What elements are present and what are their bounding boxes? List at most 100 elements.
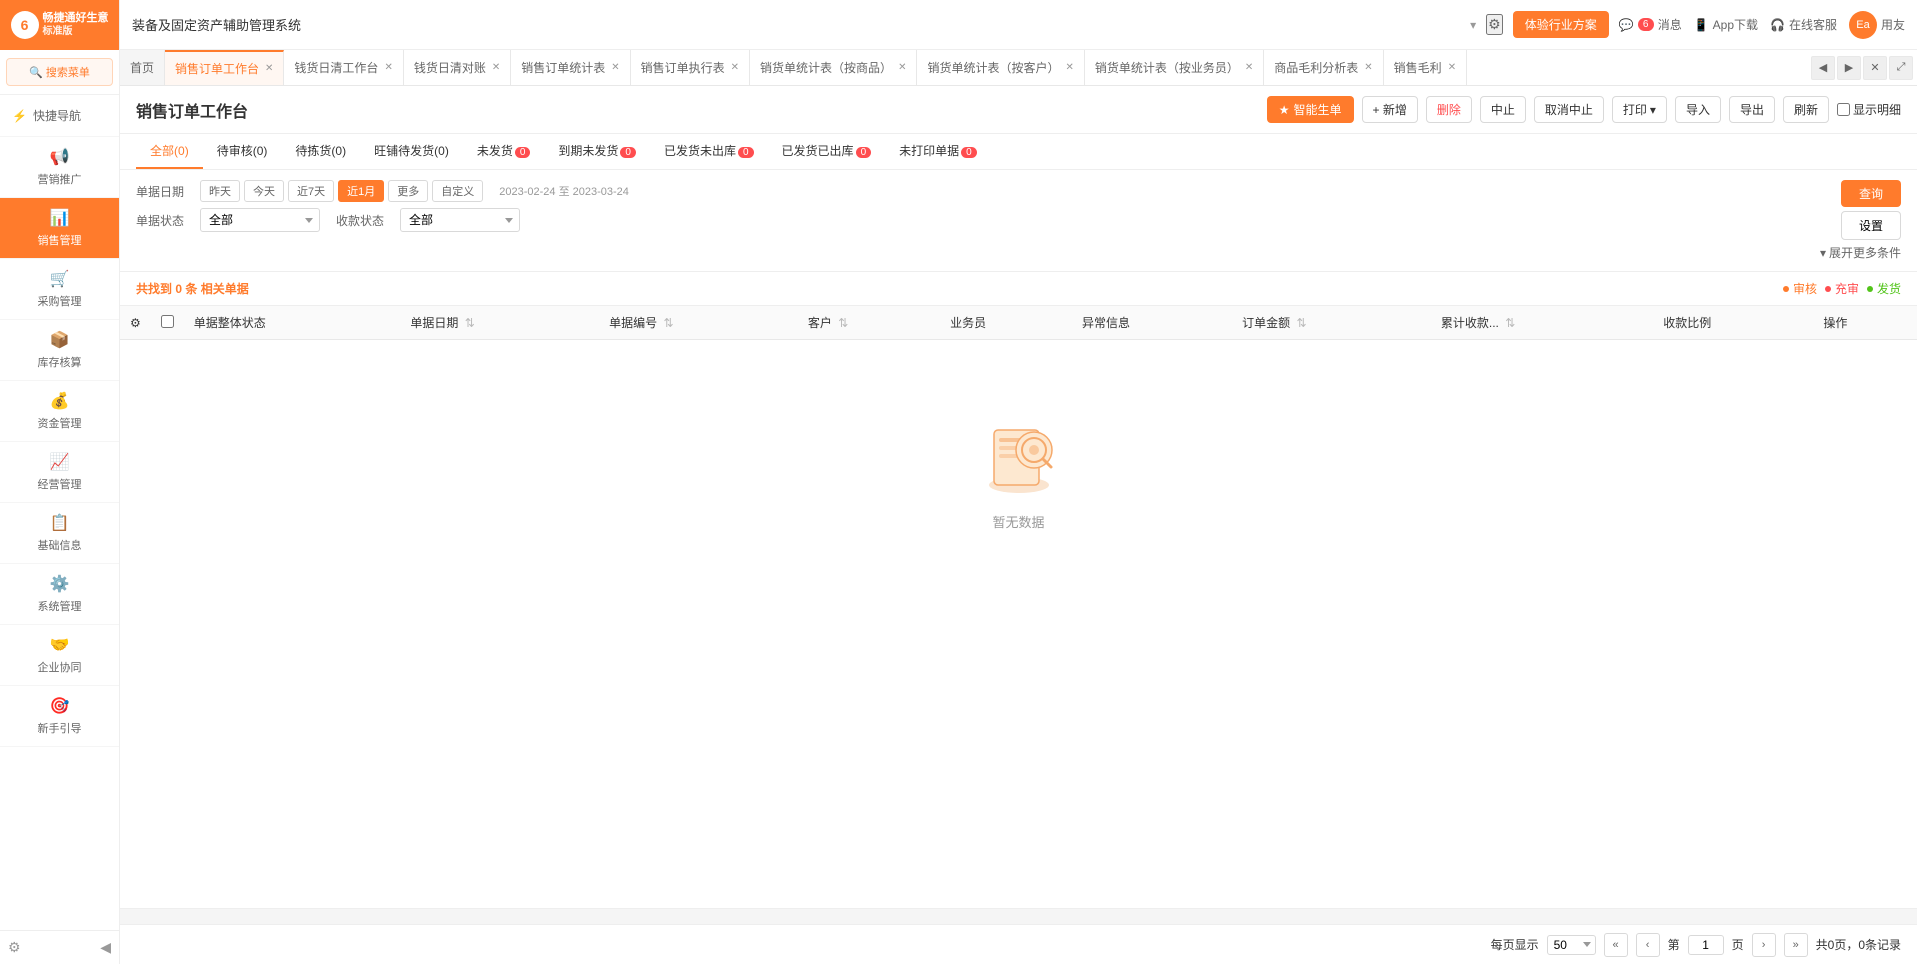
tab-close-icon[interactable]: ✕ (611, 62, 619, 73)
tab-close-icon[interactable]: ✕ (1448, 62, 1456, 73)
filter-yesterday-btn[interactable]: 昨天 (200, 180, 240, 202)
export-btn[interactable]: 导出 (1729, 96, 1775, 123)
col-date-header[interactable]: 单据日期 ⇅ (400, 306, 599, 340)
orange-dot (1783, 286, 1789, 292)
subtab-overdue-not-shipped[interactable]: 到期未发货0 (544, 134, 650, 169)
unreview-quick-btn[interactable]: 充审 (1825, 280, 1859, 297)
tab-close-icon[interactable]: ✕ (384, 62, 392, 73)
sidebar-item-sales-mgmt[interactable]: 📊 销售管理 (0, 198, 119, 259)
col-number-header[interactable]: 单据编号 ⇅ (599, 306, 798, 340)
tab-sales-stats-staff[interactable]: 销货单统计表（按业务员） ✕ (1085, 50, 1264, 86)
show-detail-input[interactable] (1837, 103, 1850, 116)
subtab-pending-review[interactable]: 待审核(0) (203, 134, 282, 169)
industry-solution-btn[interactable]: 体验行业方案 (1513, 11, 1609, 38)
subtab-wangpu-pending[interactable]: 旺铺待发货(0) (360, 134, 463, 169)
payment-filter-select[interactable]: 全部 (400, 208, 520, 232)
tab-product-margin[interactable]: 商品毛利分析表 ✕ (1264, 50, 1383, 86)
table-scroll[interactable]: ⚙ 单据整体状态 单据日期 ⇅ (120, 306, 1917, 908)
cancel-stop-btn[interactable]: 取消中止 (1534, 96, 1604, 123)
sidebar-footer: ⚙ ◀ (0, 930, 119, 964)
sidebar-item-finance-mgmt[interactable]: 💰 资金管理 (0, 381, 119, 442)
tab-nav-next-btn[interactable]: ▶ (1837, 56, 1861, 80)
tab-sales-stats-product[interactable]: 销货单统计表（按商品） ✕ (750, 50, 917, 86)
delete-btn[interactable]: 删除 (1426, 96, 1472, 123)
import-btn[interactable]: 导入 (1675, 96, 1721, 123)
tab-sales-stats-customer[interactable]: 销货单统计表（按客户） ✕ (917, 50, 1084, 86)
tab-sales-order-exec[interactable]: 销售订单执行表 ✕ (631, 50, 750, 86)
app-download-btn[interactable]: 📱 App下载 (1694, 16, 1758, 33)
col-customer-header[interactable]: 客户 ⇅ (798, 306, 940, 340)
filter-7days-btn[interactable]: 近7天 (288, 180, 334, 202)
settings-btn[interactable]: ⚙ (1486, 14, 1503, 35)
ship-quick-btn[interactable]: 发货 (1867, 280, 1901, 297)
tab-home[interactable]: 首页 (120, 50, 165, 86)
tab-sales-more[interactable]: 销售毛利 ✕ (1384, 50, 1467, 86)
col-status-header: 单据整体状态 (184, 306, 401, 340)
sidebar-item-inventory-check[interactable]: 📦 库存核算 (0, 320, 119, 381)
search-menu-button[interactable]: 🔍 搜索菜单 (6, 58, 113, 86)
tab-sales-workbench[interactable]: 销售订单工作台 ✕ (165, 50, 284, 86)
online-service-btn[interactable]: 🎧 在线客服 (1770, 16, 1837, 33)
settings-icon[interactable]: ⚙ (8, 939, 21, 956)
status-filter-select[interactable]: 全部 (200, 208, 320, 232)
tab-close-current-btn[interactable]: ✕ (1863, 56, 1887, 80)
last-page-btn[interactable]: » (1784, 933, 1808, 957)
per-page-select[interactable]: 50 100 200 (1547, 935, 1596, 955)
horizontal-scrollbar[interactable] (120, 908, 1917, 924)
user-btn[interactable]: Ea 用友 (1849, 11, 1905, 39)
next-page-btn[interactable]: › (1752, 933, 1776, 957)
tabbar-controls: ◀ ▶ ✕ ⤢ (1811, 56, 1917, 80)
first-page-btn[interactable]: « (1604, 933, 1628, 957)
prev-page-btn[interactable]: ‹ (1636, 933, 1660, 957)
col-staff-header[interactable]: 业务员 (940, 306, 1072, 340)
collapse-icon[interactable]: ◀ (100, 939, 111, 956)
sidebar-item-newbie-guide[interactable]: 🎯 新手引导 (0, 686, 119, 747)
subtab-not-printed[interactable]: 未打印单据0 (885, 134, 991, 169)
sidebar-item-sys-mgmt[interactable]: ⚙️ 系统管理 (0, 564, 119, 625)
sidebar-item-enterprise-coop[interactable]: 🤝 企业协同 (0, 625, 119, 686)
tab-close-icon[interactable]: ✕ (898, 62, 906, 73)
sidebar-item-ops-mgmt[interactable]: 📈 经营管理 (0, 442, 119, 503)
sidebar-item-marketing-promo[interactable]: 📢 营销推广 (0, 137, 119, 198)
print-btn[interactable]: 打印 ▾ (1612, 96, 1667, 123)
sidebar-item-quick-nav[interactable]: ⚡ 快捷导航 (8, 101, 111, 130)
filter-more-btn[interactable]: 更多 (388, 180, 428, 202)
tab-close-icon[interactable]: ✕ (1065, 62, 1073, 73)
filter-custom-btn[interactable]: 自定义 (432, 180, 483, 202)
filter-1month-btn[interactable]: 近1月 (338, 180, 384, 202)
stop-btn[interactable]: 中止 (1480, 96, 1526, 123)
tab-close-icon[interactable]: ✕ (1245, 62, 1253, 73)
settings-col-icon[interactable]: ⚙ (130, 316, 141, 330)
show-detail-checkbox[interactable]: 显示明细 (1837, 101, 1901, 118)
sidebar-item-basic-info[interactable]: 📋 基础信息 (0, 503, 119, 564)
tab-nav-prev-btn[interactable]: ◀ (1811, 56, 1835, 80)
filter-today-btn[interactable]: 今天 (244, 180, 284, 202)
subtab-all[interactable]: 全部(0) (136, 134, 203, 169)
set-btn[interactable]: 设置 (1841, 211, 1901, 240)
col-amount-header[interactable]: 订单金额 ⇅ (1232, 306, 1431, 340)
message-btn[interactable]: 💬 6 消息 (1619, 16, 1682, 33)
tab-close-icon[interactable]: ✕ (492, 62, 500, 73)
query-btn[interactable]: 查询 (1841, 180, 1901, 207)
subtab-shipped-out[interactable]: 已发货已出库0 (768, 134, 886, 169)
subtab-not-shipped[interactable]: 未发货0 (463, 134, 545, 169)
expand-filter-btn[interactable]: ▾ 展开更多条件 (1820, 244, 1901, 261)
subtab-pending-pickup[interactable]: 待拣货(0) (281, 134, 360, 169)
add-btn[interactable]: + 新增 (1362, 96, 1418, 123)
select-all-checkbox[interactable] (161, 315, 174, 328)
tab-cash-reconcile[interactable]: 钱货日清对账 ✕ (404, 50, 511, 86)
tab-maximize-btn[interactable]: ⤢ (1889, 56, 1913, 80)
subtab-shipped-not-out[interactable]: 已发货未出库0 (650, 134, 768, 169)
tab-cash-daily[interactable]: 钱货日清工作台 ✕ (284, 50, 403, 86)
tab-sales-order-stats[interactable]: 销售订单统计表 ✕ (511, 50, 630, 86)
tab-close-icon[interactable]: ✕ (731, 62, 739, 73)
dropdown-arrow-icon[interactable]: ▾ (1470, 18, 1476, 32)
review-quick-btn[interactable]: 审核 (1783, 280, 1817, 297)
refresh-btn[interactable]: 刷新 (1783, 96, 1829, 123)
page-number-input[interactable] (1688, 935, 1724, 955)
tab-close-icon[interactable]: ✕ (1364, 62, 1372, 73)
smart-create-btn[interactable]: ★ 智能生单 (1267, 96, 1354, 123)
tab-close-icon[interactable]: ✕ (265, 63, 273, 74)
sidebar-item-purchase-mgmt[interactable]: 🛒 采购管理 (0, 259, 119, 320)
col-collected-header[interactable]: 累计收款... ⇅ (1431, 306, 1653, 340)
